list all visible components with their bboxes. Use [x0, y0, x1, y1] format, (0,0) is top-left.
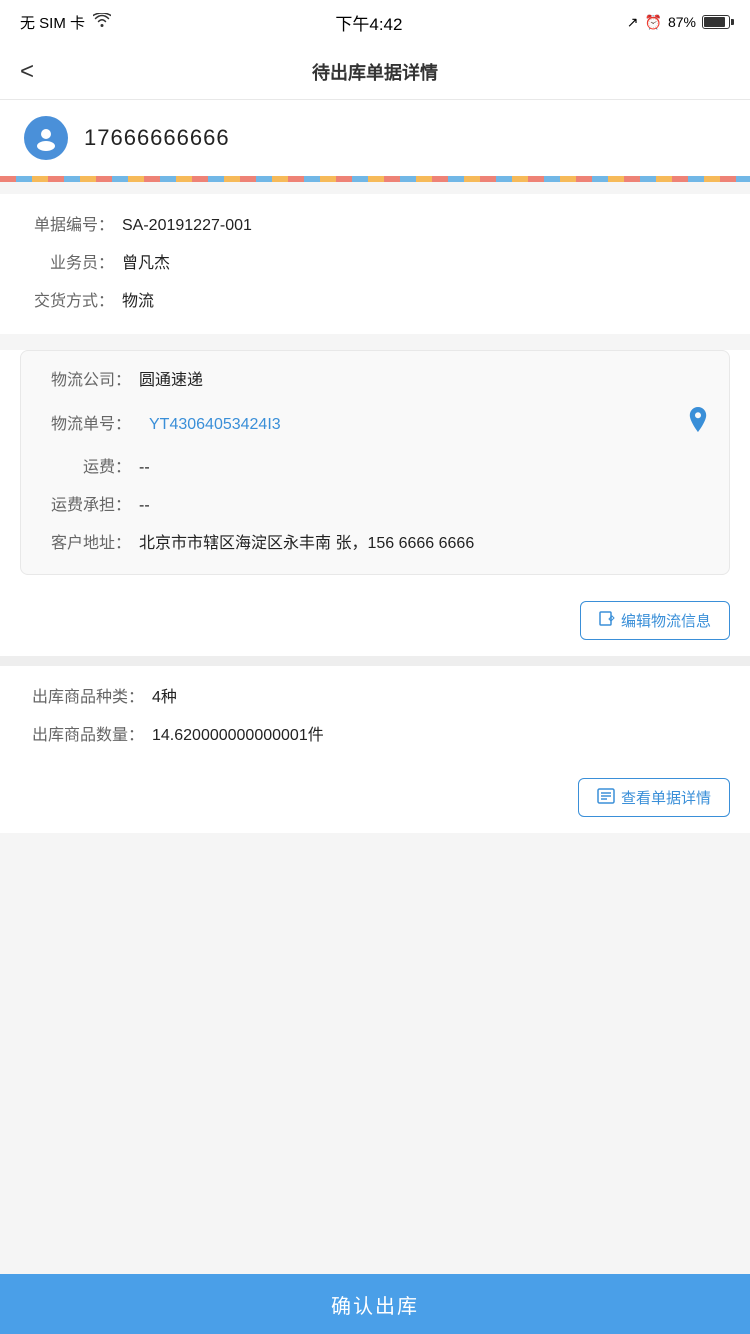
salesman-row: 业务员： 曾凡杰 — [24, 252, 726, 276]
logistics-card: 物流公司： 圆通速递 物流单号： YT43064053424I3 运费： -- … — [20, 350, 730, 575]
avatar — [24, 116, 68, 160]
view-detail-button[interactable]: 查看单据详情 — [578, 778, 730, 817]
alarm-icon: ⏰ — [645, 14, 662, 31]
status-bar: 无 SIM 卡 下午4:42 ↗ ⏰ 87% — [0, 0, 750, 44]
goods-quantity-row: 出库商品数量： 14.620000000000001件 — [24, 724, 726, 748]
location-icon: ↗ — [627, 14, 639, 31]
logistics-section: 物流公司： 圆通速递 物流单号： YT43064053424I3 运费： -- … — [0, 350, 750, 656]
freight-bear-label: 运费承担： — [41, 494, 131, 518]
freight-value: -- — [139, 456, 709, 480]
document-number-row: 单据编号： SA-20191227-001 — [24, 214, 726, 238]
wifi-icon — [93, 13, 111, 31]
view-detail-label: 查看单据详情 — [621, 787, 711, 808]
edit-logistics-button[interactable]: 编辑物流信息 — [580, 601, 730, 640]
delivery-value: 物流 — [122, 290, 726, 314]
status-time: 下午4:42 — [335, 10, 402, 35]
goods-quantity-value: 14.620000000000001件 — [152, 724, 726, 748]
back-button[interactable]: < — [20, 50, 46, 94]
view-detail-row: 查看单据详情 — [0, 768, 750, 833]
page-title: 待出库单据详情 — [312, 59, 438, 85]
location-pin-icon[interactable] — [687, 407, 709, 442]
salesman-value: 曾凡杰 — [122, 252, 726, 276]
logistics-tracking-label: 物流单号： — [41, 413, 131, 437]
freight-bear-value: -- — [139, 494, 709, 518]
edit-icon — [599, 611, 615, 631]
detail-icon — [597, 788, 615, 808]
goods-type-row: 出库商品种类： 4种 — [24, 686, 726, 710]
carrier-text: 无 SIM 卡 — [20, 12, 85, 33]
battery-percent: 87% — [668, 14, 696, 30]
document-number-value: SA-20191227-001 — [122, 214, 726, 238]
user-header-section: 17666666666 — [0, 100, 750, 182]
address-row: 客户地址： 北京市市辖区海淀区永丰南 张，156 6666 6666 — [41, 532, 709, 556]
edit-logistics-label: 编辑物流信息 — [621, 610, 711, 631]
logistics-tracking-value: YT43064053424I3 — [149, 413, 677, 437]
edit-btn-row: 编辑物流信息 — [0, 591, 750, 656]
goods-section: 出库商品种类： 4种 出库商品数量： 14.620000000000001件 — [0, 666, 750, 768]
freight-bear-row: 运费承担： -- — [41, 494, 709, 518]
user-header: 17666666666 — [0, 100, 750, 176]
confirm-button[interactable]: 确认出库 — [0, 1274, 750, 1334]
logistics-tracking-row: 物流单号： YT43064053424I3 — [41, 407, 709, 442]
logistics-company-row: 物流公司： 圆通速递 — [41, 369, 709, 393]
delivery-row: 交货方式： 物流 — [24, 290, 726, 314]
bottom-space — [0, 833, 750, 1033]
status-left: 无 SIM 卡 — [20, 12, 111, 33]
logistics-company-value: 圆通速递 — [139, 369, 709, 393]
status-right: ↗ ⏰ 87% — [627, 14, 730, 31]
goods-type-label: 出库商品种类： — [24, 686, 144, 710]
logistics-company-label: 物流公司： — [41, 369, 131, 393]
goods-type-value: 4种 — [152, 686, 726, 710]
user-phone: 17666666666 — [84, 125, 230, 151]
salesman-label: 业务员： — [24, 252, 114, 276]
freight-row: 运费： -- — [41, 456, 709, 480]
nav-bar: < 待出库单据详情 — [0, 44, 750, 100]
section-divider — [0, 656, 750, 666]
delivery-label: 交货方式： — [24, 290, 114, 314]
confirm-btn-container: 确认出库 — [0, 1274, 750, 1334]
goods-quantity-label: 出库商品数量： — [24, 724, 144, 748]
address-label: 客户地址： — [41, 532, 131, 556]
document-number-label: 单据编号： — [24, 214, 114, 238]
freight-label: 运费： — [41, 456, 131, 480]
document-info-section: 单据编号： SA-20191227-001 业务员： 曾凡杰 交货方式： 物流 — [0, 194, 750, 334]
address-value: 北京市市辖区海淀区永丰南 张，156 6666 6666 — [139, 532, 709, 556]
dashed-divider — [0, 176, 750, 182]
battery-icon — [702, 15, 730, 29]
